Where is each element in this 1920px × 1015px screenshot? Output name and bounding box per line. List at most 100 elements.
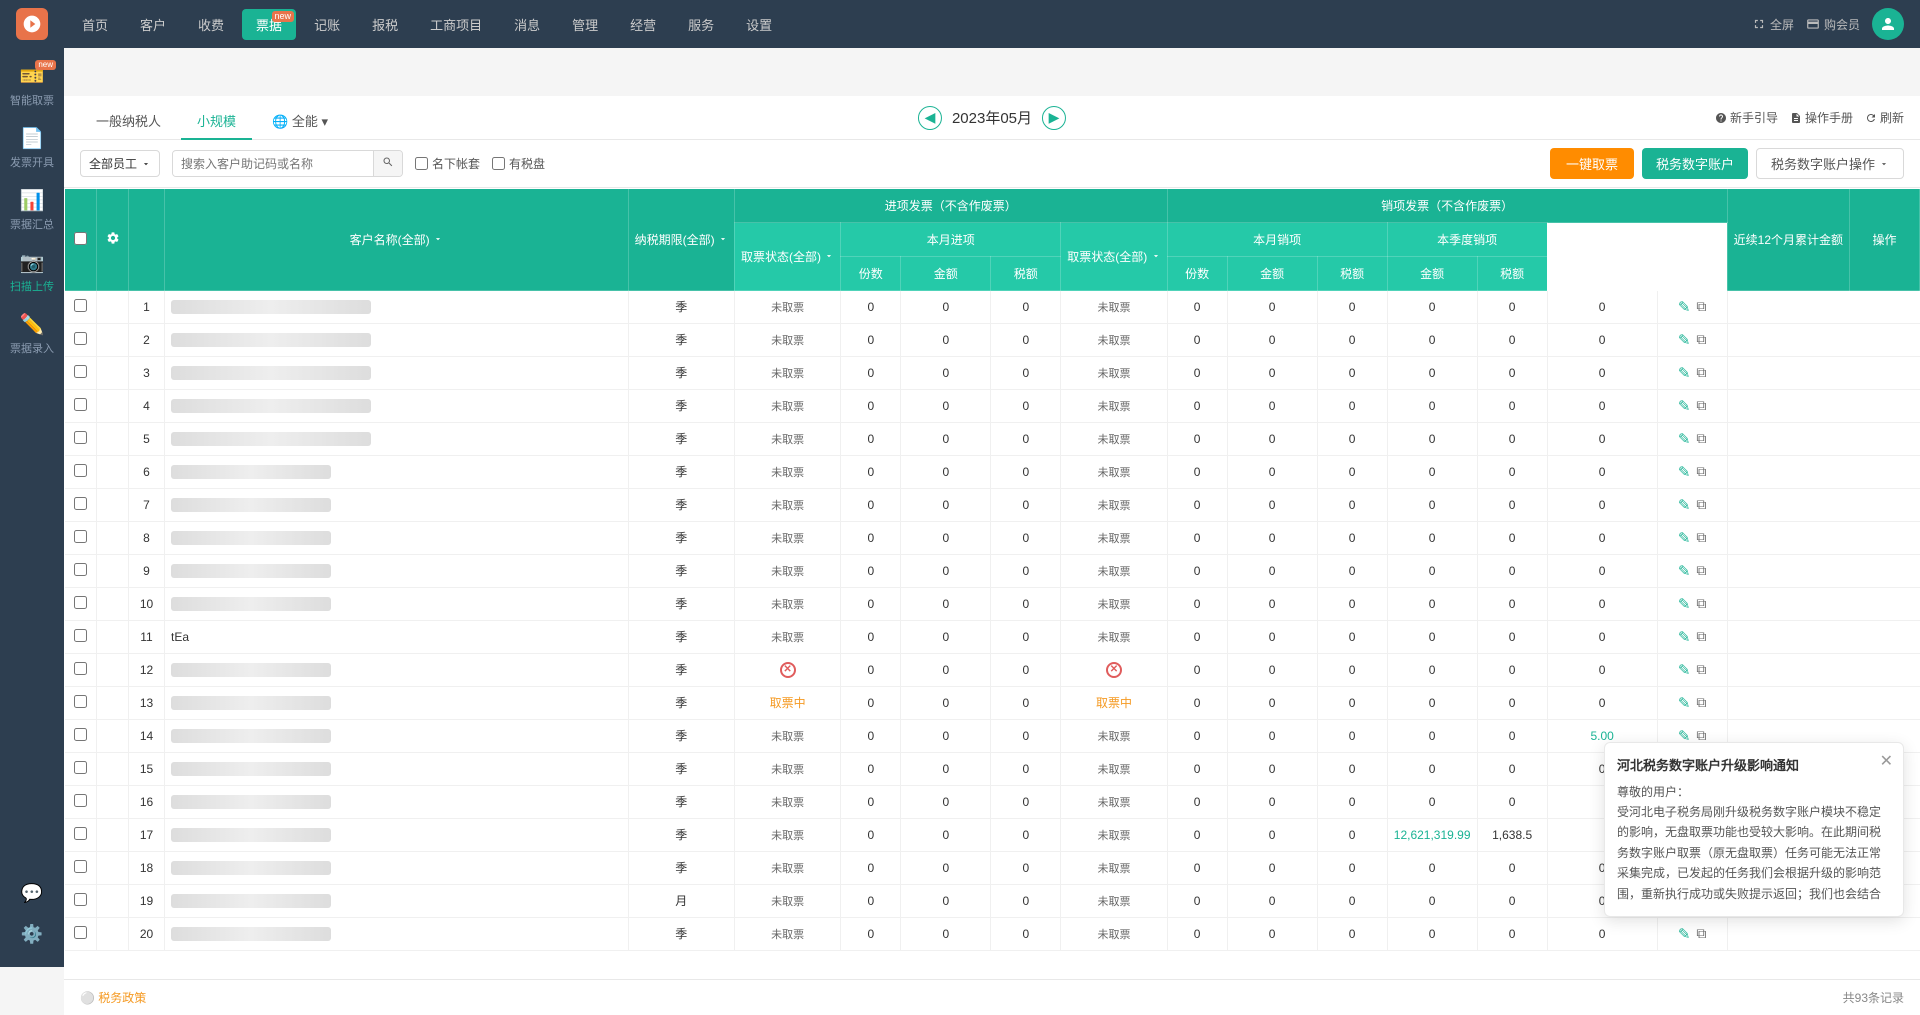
fullscreen-button[interactable]: 全屏 (1752, 16, 1794, 33)
edit-button[interactable]: ✎ (1678, 331, 1691, 349)
refresh-button[interactable]: 刷新 (1865, 109, 1904, 126)
nav-bookkeeping[interactable]: 记账 (300, 9, 354, 40)
user-avatar[interactable] (1872, 8, 1904, 40)
row-checkbox[interactable] (74, 629, 87, 642)
copy-button[interactable]: ⧉ (1696, 397, 1706, 414)
row-checkbox[interactable] (74, 365, 87, 378)
sidebar-settings-icon[interactable]: ⚙️ (15, 918, 49, 951)
td-income-amount: 0 (901, 389, 991, 422)
row-checkbox[interactable] (74, 299, 87, 312)
copy-button[interactable]: ⧉ (1696, 430, 1706, 447)
copy-button[interactable]: ⧉ (1696, 694, 1706, 711)
cumul-link[interactable]: 5.00 (1590, 729, 1613, 743)
quick-invoice-button[interactable]: 一键取票 (1550, 148, 1634, 179)
ledger-checkbox[interactable] (415, 157, 428, 170)
row-checkbox[interactable] (74, 596, 87, 609)
tab-small-scale[interactable]: 小规模 (181, 103, 252, 140)
th-client-name[interactable]: 客户名称(全部) (165, 189, 629, 291)
edit-button[interactable]: ✎ (1678, 463, 1691, 481)
th-income-status[interactable]: 取票状态(全部) (734, 223, 840, 291)
search-input[interactable] (173, 152, 373, 176)
copy-button[interactable]: ⧉ (1696, 496, 1706, 513)
edit-button[interactable]: ✎ (1678, 430, 1691, 448)
row-checkbox[interactable] (74, 497, 87, 510)
ledger-checkbox-label[interactable]: 名下帐套 (415, 155, 480, 172)
edit-button[interactable]: ✎ (1678, 496, 1691, 514)
copy-button[interactable]: ⧉ (1696, 595, 1706, 612)
edit-button[interactable]: ✎ (1678, 364, 1691, 382)
tab-general-taxpayer[interactable]: 一般纳税人 (80, 103, 177, 140)
tab-all[interactable]: 🌐 全能 ▾ (256, 103, 344, 140)
row-checkbox[interactable] (74, 431, 87, 444)
th-period[interactable]: 纳税期限(全部) (628, 189, 734, 291)
row-checkbox[interactable] (74, 761, 87, 774)
copy-button[interactable]: ⧉ (1696, 463, 1706, 480)
edit-button[interactable]: ✎ (1678, 925, 1691, 943)
guide-button[interactable]: 新手引导 (1715, 109, 1778, 126)
edit-button[interactable]: ✎ (1678, 595, 1691, 613)
member-button[interactable]: 购会员 (1806, 16, 1860, 33)
nav-client[interactable]: 客户 (126, 9, 180, 40)
copy-button[interactable]: ⧉ (1696, 925, 1706, 942)
sidebar-item-invoice-issue[interactable]: 📄 发票开具 (4, 118, 60, 178)
tax-disk-checkbox[interactable] (492, 157, 505, 170)
copy-button[interactable]: ⧉ (1696, 298, 1706, 315)
copy-button[interactable]: ⧉ (1696, 628, 1706, 645)
sidebar-item-scan[interactable]: 📷 扫描上传 (4, 242, 60, 302)
row-checkbox[interactable] (74, 332, 87, 345)
tax-policy-link[interactable]: ⚪ 税务政策 (80, 989, 146, 1006)
th-sales-status[interactable]: 取票状态(全部) (1061, 223, 1167, 291)
sidebar-item-smart-fetch[interactable]: 🎫 智能取票 new (4, 56, 60, 116)
tax-digital-button[interactable]: 税务数字账户 (1642, 148, 1748, 179)
copy-button[interactable]: ⧉ (1696, 661, 1706, 678)
copy-button[interactable]: ⧉ (1696, 364, 1706, 381)
period-next-button[interactable]: ▶ (1042, 106, 1066, 130)
popup-close-button[interactable]: ✕ (1880, 751, 1893, 771)
edit-button[interactable]: ✎ (1678, 529, 1691, 547)
nav-home[interactable]: 首页 (68, 9, 122, 40)
edit-button[interactable]: ✎ (1678, 661, 1691, 679)
nav-tax[interactable]: 报税 (358, 9, 412, 40)
select-all-checkbox[interactable] (74, 232, 87, 245)
debit-amount-link[interactable]: 12,621,319.99 (1394, 828, 1471, 842)
tax-digital-ops-button[interactable]: 税务数字账户操作 (1756, 148, 1904, 179)
row-checkbox[interactable] (74, 794, 87, 807)
row-checkbox[interactable] (74, 563, 87, 576)
row-checkbox[interactable] (74, 893, 87, 906)
edit-button[interactable]: ✎ (1678, 298, 1691, 316)
copy-button[interactable]: ⧉ (1696, 562, 1706, 579)
row-checkbox[interactable] (74, 464, 87, 477)
nav-manage[interactable]: 管理 (558, 9, 612, 40)
row-checkbox[interactable] (74, 530, 87, 543)
row-checkbox[interactable] (74, 695, 87, 708)
nav-messages[interactable]: 消息 (500, 9, 554, 40)
nav-service[interactable]: 服务 (674, 9, 728, 40)
row-checkbox[interactable] (74, 728, 87, 741)
app-logo[interactable] (16, 8, 48, 40)
nav-settings[interactable]: 设置 (732, 9, 786, 40)
row-checkbox[interactable] (74, 662, 87, 675)
td-debit-tax: 0 (1477, 884, 1547, 917)
copy-button[interactable]: ⧉ (1696, 331, 1706, 348)
edit-button[interactable]: ✎ (1678, 397, 1691, 415)
sidebar-chat-icon[interactable]: 💬 (15, 877, 49, 910)
nav-operations[interactable]: 经营 (616, 9, 670, 40)
nav-business[interactable]: 工商项目 (416, 9, 496, 40)
search-button[interactable] (373, 151, 402, 176)
sidebar-item-entry[interactable]: ✏️ 票据录入 (4, 304, 60, 364)
nav-fee[interactable]: 收费 (184, 9, 238, 40)
row-checkbox[interactable] (74, 827, 87, 840)
row-checkbox[interactable] (74, 860, 87, 873)
copy-button[interactable]: ⧉ (1696, 529, 1706, 546)
row-checkbox[interactable] (74, 398, 87, 411)
period-prev-button[interactable]: ◀ (918, 106, 942, 130)
employee-select[interactable]: 全部员工 (80, 150, 160, 177)
edit-button[interactable]: ✎ (1678, 694, 1691, 712)
nav-invoice[interactable]: 票据 new (242, 9, 296, 40)
sidebar-item-summary[interactable]: 📊 票据汇总 (4, 180, 60, 240)
edit-button[interactable]: ✎ (1678, 628, 1691, 646)
edit-button[interactable]: ✎ (1678, 562, 1691, 580)
manual-button[interactable]: 操作手册 (1790, 109, 1853, 126)
row-checkbox[interactable] (74, 926, 87, 939)
tax-disk-checkbox-label[interactable]: 有税盘 (492, 155, 545, 172)
